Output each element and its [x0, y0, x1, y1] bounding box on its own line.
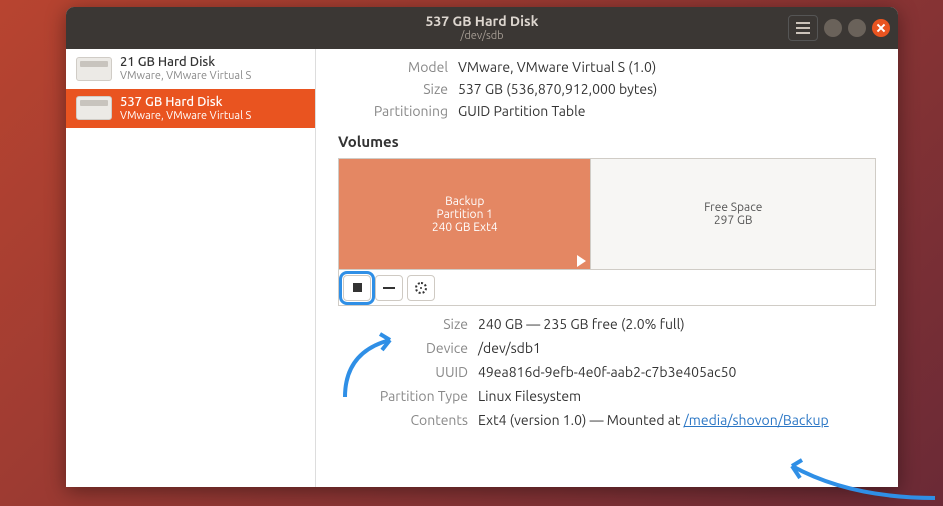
stop-icon	[353, 283, 362, 292]
free-space-detail: 297 GB	[714, 214, 753, 227]
partition-detail: 240 GB Ext4	[432, 221, 498, 234]
disk-item-0[interactable]: 21 GB Hard Disk VMware, VMware Virtual S	[66, 49, 315, 89]
contents-value: Ext4 (version 1.0) — Mounted at /media/s…	[478, 412, 876, 428]
disk-item-title: 537 GB Hard Disk	[120, 95, 251, 110]
minus-icon	[383, 287, 395, 289]
menu-button[interactable]	[788, 15, 818, 41]
disks-window: 537 GB Hard Disk /dev/sdb 21 GB Hard Dis…	[66, 7, 898, 487]
play-icon	[577, 255, 586, 267]
titlebar-actions	[788, 15, 890, 41]
volumes-box: Backup Partition 1 240 GB Ext4 Free Spac…	[338, 158, 876, 306]
partition-backup[interactable]: Backup Partition 1 240 GB Ext4	[339, 159, 590, 269]
size-label: Size	[338, 81, 448, 97]
window-subtitle: /dev/sdb	[66, 30, 898, 42]
partition-free-space[interactable]: Free Space 297 GB	[590, 159, 875, 269]
main-panel: Model VMware, VMware Virtual S (1.0) Siz…	[316, 49, 898, 487]
unmount-button[interactable]	[343, 275, 371, 301]
partition-name: Backup	[445, 195, 484, 208]
contents-label: Contents	[338, 412, 468, 428]
disk-item-subtitle: VMware, VMware Virtual S	[120, 110, 251, 123]
psize-value: 240 GB — 235 GB free (2.0% full)	[478, 316, 876, 332]
window-title: 537 GB Hard Disk	[66, 14, 898, 29]
partitioning-value: GUID Partition Table	[458, 103, 876, 119]
disk-item-subtitle: VMware, VMware Virtual S	[120, 70, 251, 83]
close-button[interactable]	[872, 19, 890, 37]
disk-item-text: 21 GB Hard Disk VMware, VMware Virtual S	[120, 55, 251, 83]
disk-item-title: 21 GB Hard Disk	[120, 55, 251, 70]
title-center: 537 GB Hard Disk /dev/sdb	[66, 14, 898, 41]
hard-disk-icon	[76, 57, 112, 81]
gear-icon	[415, 282, 427, 294]
system-icon-2	[848, 19, 866, 37]
body-area: 21 GB Hard Disk VMware, VMware Virtual S…	[66, 49, 898, 487]
size-value: 537 GB (536,870,912,000 bytes)	[458, 81, 876, 97]
system-icon-1	[824, 19, 842, 37]
disk-item-1[interactable]: 537 GB Hard Disk VMware, VMware Virtual …	[66, 89, 315, 129]
delete-partition-button[interactable]	[375, 275, 403, 301]
partition-details-grid: Size 240 GB — 235 GB free (2.0% full) De…	[338, 316, 876, 428]
partition-options-button[interactable]	[407, 275, 435, 301]
ptype-value: Linux Filesystem	[478, 388, 876, 404]
contents-prefix: Ext4 (version 1.0) — Mounted at	[478, 412, 684, 428]
ptype-label: Partition Type	[338, 388, 468, 404]
model-label: Model	[338, 59, 448, 75]
model-value: VMware, VMware Virtual S (1.0)	[458, 59, 876, 75]
hard-disk-icon	[76, 96, 112, 120]
volumes-row: Backup Partition 1 240 GB Ext4 Free Spac…	[339, 159, 875, 269]
volume-toolbar	[339, 269, 875, 305]
psize-label: Size	[338, 316, 468, 332]
mount-point-link[interactable]: /media/shovon/Backup	[684, 412, 829, 428]
device-label: Device	[338, 340, 468, 356]
free-space-name: Free Space	[704, 201, 762, 214]
sidebar: 21 GB Hard Disk VMware, VMware Virtual S…	[66, 49, 316, 487]
partition-sub: Partition 1	[437, 208, 493, 221]
disk-item-text: 537 GB Hard Disk VMware, VMware Virtual …	[120, 95, 251, 123]
uuid-label: UUID	[338, 364, 468, 380]
uuid-value: 49ea816d-9efb-4e0f-aab2-c7b3e405ac50	[478, 364, 876, 380]
titlebar: 537 GB Hard Disk /dev/sdb	[66, 7, 898, 49]
volumes-heading: Volumes	[338, 133, 876, 150]
device-value: /dev/sdb1	[478, 340, 876, 356]
disk-info-grid: Model VMware, VMware Virtual S (1.0) Siz…	[338, 59, 876, 119]
partitioning-label: Partitioning	[338, 103, 448, 119]
